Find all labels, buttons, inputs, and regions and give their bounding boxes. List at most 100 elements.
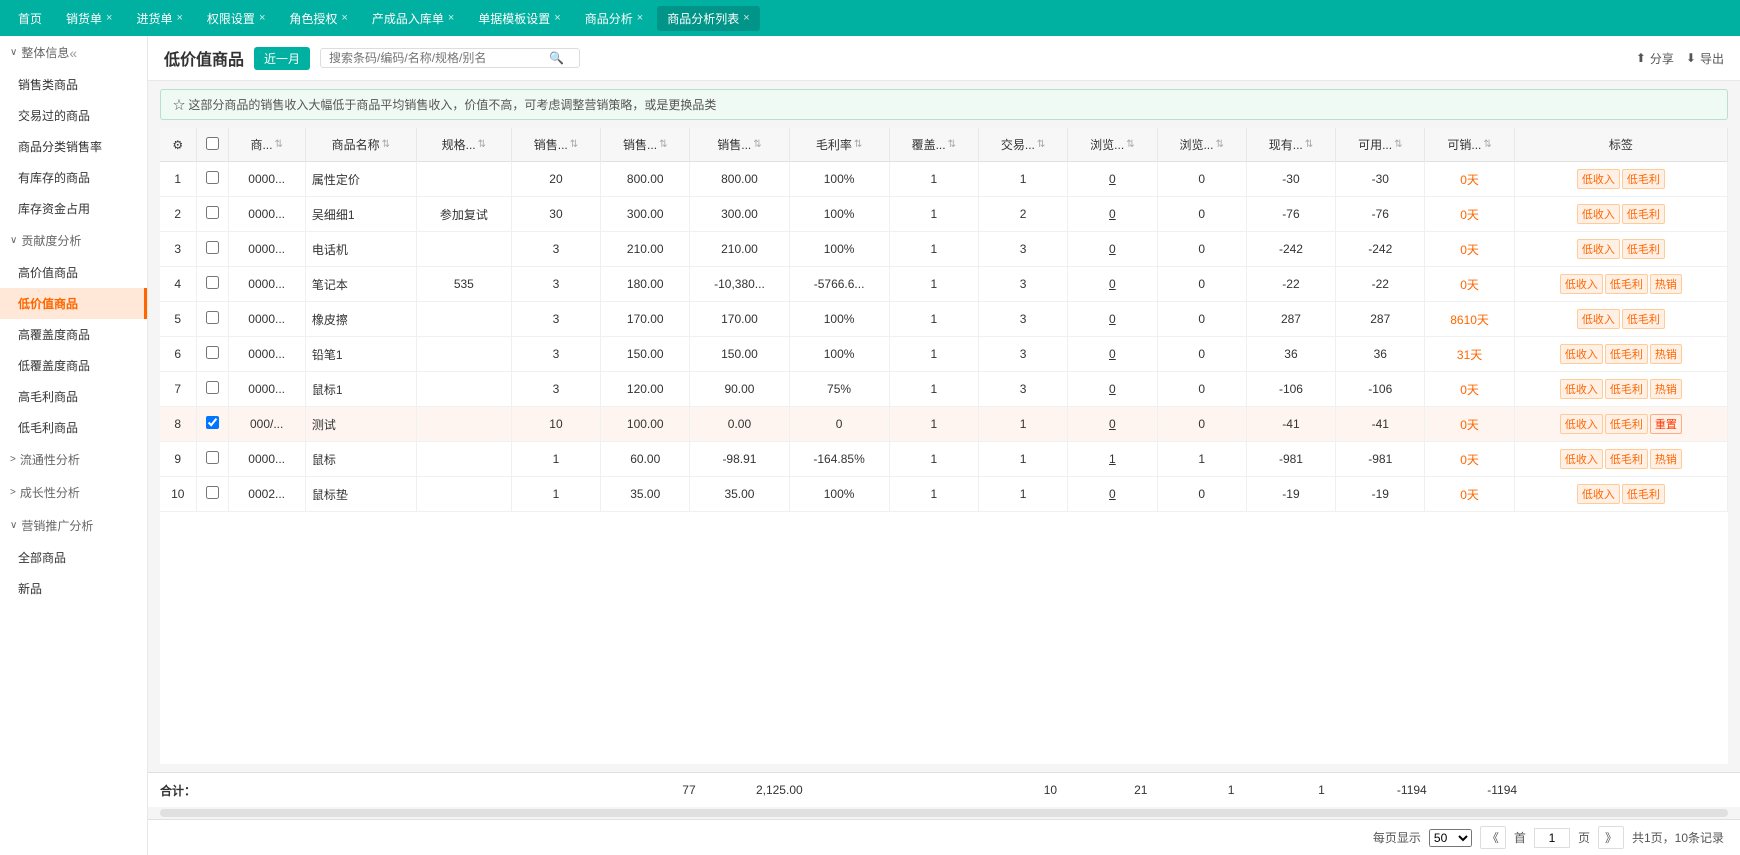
- col-coverage[interactable]: 覆盖...⇅: [889, 128, 978, 162]
- search-input[interactable]: [329, 51, 549, 65]
- sidebar-item-stocked-goods[interactable]: 有库存的商品: [0, 162, 147, 193]
- cell-checkbox[interactable]: [196, 442, 228, 477]
- sidebar-item-stock-funds[interactable]: 库存资金占用: [0, 193, 147, 224]
- sidebar-item-all-goods[interactable]: 全部商品: [0, 542, 147, 573]
- cell-browse1[interactable]: 0: [1068, 337, 1157, 372]
- col-tags[interactable]: 标签: [1514, 128, 1727, 162]
- cell-checkbox[interactable]: [196, 162, 228, 197]
- gear-icon[interactable]: ⚙: [172, 138, 183, 152]
- col-sales-qty[interactable]: 销售...⇅: [511, 128, 600, 162]
- cell-available: -41: [1336, 407, 1425, 442]
- row-checkbox[interactable]: [206, 241, 219, 254]
- period-button[interactable]: 近一月: [254, 47, 310, 70]
- nav-product-analysis[interactable]: 商品分析 ×: [575, 6, 653, 31]
- nav-permissions[interactable]: 权限设置 ×: [197, 6, 275, 31]
- cell-checkbox[interactable]: [196, 197, 228, 232]
- cell-checkbox[interactable]: [196, 372, 228, 407]
- nav-sales-order[interactable]: 销货单 ×: [56, 6, 122, 31]
- horizontal-scrollbar[interactable]: [160, 809, 1728, 817]
- col-available[interactable]: 可用...⇅: [1336, 128, 1425, 162]
- col-sales-amount[interactable]: 销售...⇅: [601, 128, 690, 162]
- export-button[interactable]: ⬇ 导出: [1686, 50, 1724, 67]
- table-container[interactable]: ⚙ 商...⇅ 商品名称⇅ 规格...⇅ 销售...⇅ 销售...⇅ 销售...…: [160, 128, 1728, 764]
- cell-browse1[interactable]: 0: [1068, 267, 1157, 302]
- cell-browse1[interactable]: 0: [1068, 162, 1157, 197]
- close-icon[interactable]: ×: [743, 12, 749, 24]
- col-transaction[interactable]: 交易...⇅: [978, 128, 1067, 162]
- col-sales-price[interactable]: 销售...⇅: [690, 128, 789, 162]
- col-gross-margin[interactable]: 毛利率⇅: [789, 128, 889, 162]
- per-page-select[interactable]: 50 100 200: [1429, 829, 1472, 847]
- close-icon[interactable]: ×: [448, 12, 454, 24]
- cell-checkbox[interactable]: [196, 407, 228, 442]
- col-saleable[interactable]: 可销...⇅: [1425, 128, 1514, 162]
- nav-template-settings[interactable]: 单据模板设置 ×: [468, 6, 570, 31]
- sidebar-item-traded-goods[interactable]: 交易过的商品: [0, 100, 147, 131]
- cell-coverage: 1: [889, 197, 978, 232]
- cell-browse1[interactable]: 0: [1068, 302, 1157, 337]
- close-icon[interactable]: ×: [176, 12, 182, 24]
- sidebar-item-high-margin[interactable]: 高毛利商品: [0, 381, 147, 412]
- row-checkbox[interactable]: [206, 486, 219, 499]
- row-checkbox[interactable]: [206, 311, 219, 324]
- cell-checkbox[interactable]: [196, 477, 228, 512]
- sidebar-section-general[interactable]: ∨ 整体信息 «: [0, 36, 147, 69]
- row-checkbox[interactable]: [206, 416, 219, 429]
- footer-empty4: [825, 781, 915, 799]
- nav-home[interactable]: 首页: [8, 6, 52, 31]
- cell-checkbox[interactable]: [196, 267, 228, 302]
- row-checkbox[interactable]: [206, 381, 219, 394]
- cell-checkbox[interactable]: [196, 232, 228, 267]
- next-page-button[interactable]: 》: [1598, 826, 1624, 849]
- nav-purchase-order[interactable]: 进货单 ×: [126, 6, 192, 31]
- search-icon[interactable]: 🔍: [549, 51, 564, 65]
- cell-sales-amount: 180.00: [601, 267, 690, 302]
- col-name[interactable]: 商品名称⇅: [305, 128, 416, 162]
- nav-role-auth[interactable]: 角色授权 ×: [279, 6, 357, 31]
- cell-browse1[interactable]: 0: [1068, 372, 1157, 407]
- cell-checkbox[interactable]: [196, 302, 228, 337]
- sidebar-item-low-coverage[interactable]: 低覆盖度商品: [0, 350, 147, 381]
- col-spec[interactable]: 规格...⇅: [416, 128, 511, 162]
- select-all-checkbox[interactable]: [206, 137, 219, 150]
- close-icon[interactable]: ×: [637, 12, 643, 24]
- sidebar-item-sales-goods[interactable]: 销售类商品: [0, 69, 147, 100]
- row-checkbox[interactable]: [206, 346, 219, 359]
- sidebar-section-contribution[interactable]: ∨ 贡献度分析: [0, 224, 147, 257]
- row-checkbox[interactable]: [206, 276, 219, 289]
- col-browse2[interactable]: 浏览...⇅: [1157, 128, 1246, 162]
- page-input[interactable]: [1534, 828, 1570, 848]
- cell-browse1[interactable]: 0: [1068, 232, 1157, 267]
- close-icon[interactable]: ×: [106, 12, 112, 24]
- col-browse1[interactable]: 浏览...⇅: [1068, 128, 1157, 162]
- sidebar-collapse-button[interactable]: «: [69, 45, 77, 61]
- first-page-button[interactable]: 《: [1480, 826, 1506, 849]
- sidebar-section-liquidity[interactable]: > 流通性分析: [0, 443, 147, 476]
- close-icon[interactable]: ×: [554, 12, 560, 24]
- sidebar-item-low-value[interactable]: 低价值商品: [0, 288, 147, 319]
- cell-browse1[interactable]: 0: [1068, 477, 1157, 512]
- sidebar-item-new-goods[interactable]: 新品: [0, 573, 147, 604]
- cell-checkbox[interactable]: [196, 337, 228, 372]
- cell-browse1[interactable]: 0: [1068, 197, 1157, 232]
- share-button[interactable]: ⬆ 分享: [1636, 50, 1674, 67]
- cell-browse1[interactable]: 1: [1068, 442, 1157, 477]
- row-checkbox[interactable]: [206, 206, 219, 219]
- sidebar-item-high-value[interactable]: 高价值商品: [0, 257, 147, 288]
- row-checkbox[interactable]: [206, 451, 219, 464]
- col-checkbox-all[interactable]: [196, 128, 228, 162]
- sidebar-item-category-sales-rate[interactable]: 商品分类销售率: [0, 131, 147, 162]
- nav-product-storage[interactable]: 产成品入库单 ×: [362, 6, 464, 31]
- sidebar-item-low-margin[interactable]: 低毛利商品: [0, 412, 147, 443]
- col-current-stock[interactable]: 现有...⇅: [1246, 128, 1335, 162]
- nav-product-analysis-list[interactable]: 商品分析列表 ×: [657, 6, 759, 31]
- close-icon[interactable]: ×: [259, 12, 265, 24]
- close-icon[interactable]: ×: [341, 12, 347, 24]
- col-gear[interactable]: ⚙: [160, 128, 196, 162]
- row-checkbox[interactable]: [206, 171, 219, 184]
- cell-browse1[interactable]: 0: [1068, 407, 1157, 442]
- sidebar-section-marketing[interactable]: ∨ 营销推广分析: [0, 509, 147, 542]
- sidebar-item-high-coverage[interactable]: 高覆盖度商品: [0, 319, 147, 350]
- col-code[interactable]: 商...⇅: [228, 128, 305, 162]
- sidebar-section-growth[interactable]: > 成长性分析: [0, 476, 147, 509]
